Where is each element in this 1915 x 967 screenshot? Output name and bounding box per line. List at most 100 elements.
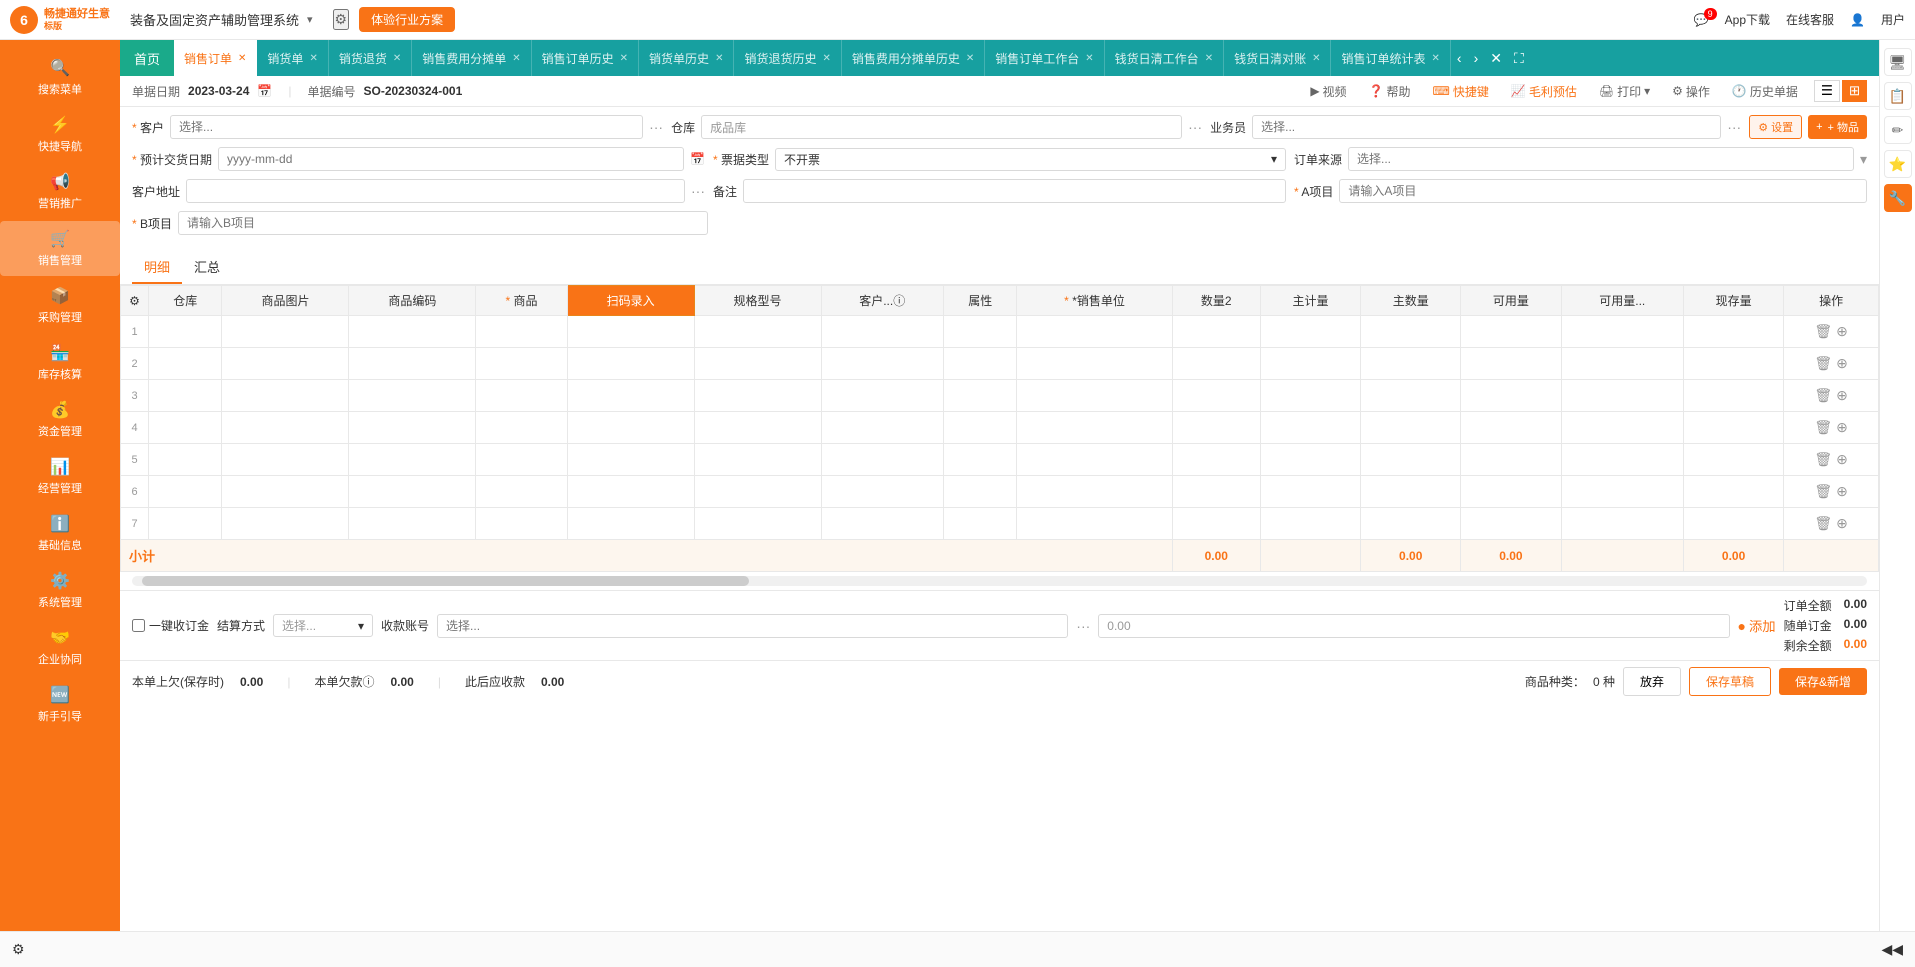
print-btn[interactable]: 🖨 打印 ▾ (1593, 81, 1656, 102)
cell-a3[interactable] (943, 380, 1016, 412)
cell-w3[interactable] (149, 380, 222, 412)
delete-row-icon[interactable]: 🗑 (1814, 355, 1832, 372)
cell-q5[interactable] (1172, 444, 1260, 476)
cell-ave7[interactable] (1561, 508, 1683, 540)
copy-icon[interactable]: ⊕ (1836, 483, 1848, 500)
cell-current-2[interactable] (1684, 348, 1784, 380)
cell-warehouse-1[interactable] (149, 316, 222, 348)
sidebar-item-system[interactable]: ⚙️ 系统管理 (0, 563, 120, 618)
payment-amount-input[interactable] (1098, 614, 1729, 638)
settlement-select[interactable]: 选择... ▾ (273, 614, 373, 637)
b-project-input[interactable] (178, 211, 708, 235)
cell-p7[interactable] (476, 508, 567, 540)
save-draft-button[interactable]: 保存草稿 (1689, 667, 1771, 696)
discard-button[interactable]: 放弃 (1623, 667, 1681, 696)
cell-c4[interactable] (349, 412, 476, 444)
cell-qty2-1[interactable] (1172, 316, 1260, 348)
add-payment-button[interactable]: ● 添加 (1738, 616, 1776, 635)
tab-sales-expense[interactable]: 销售费用分摊单 ✕ (412, 40, 531, 76)
cell-u7[interactable] (1017, 508, 1172, 540)
cell-u3[interactable] (1017, 380, 1172, 412)
cell-av5[interactable] (1461, 444, 1561, 476)
copy-icon[interactable]: ⊕ (1836, 515, 1848, 532)
delete-icon[interactable]: 🗑 (1814, 451, 1832, 468)
tab-sales-invoice[interactable]: 销货单 ✕ (257, 40, 328, 76)
delete-icon[interactable]: 🗑 (1814, 515, 1832, 532)
cell-available-ext-2[interactable] (1561, 348, 1683, 380)
tab-close-icon[interactable]: ✕ (715, 53, 723, 64)
sidebar-item-search[interactable]: 🔍 搜索菜单 (0, 50, 120, 105)
sidebar-item-quick[interactable]: ⚡ 快捷导航 (0, 107, 120, 162)
cell-unit-2[interactable] (1017, 348, 1172, 380)
sidebar-item-operations[interactable]: 📊 经营管理 (0, 449, 120, 504)
cell-unit-1[interactable] (1017, 316, 1172, 348)
salesman-more-icon[interactable]: ··· (1727, 119, 1741, 135)
cell-p5[interactable] (476, 444, 567, 476)
cell-customer-2[interactable] (821, 348, 943, 380)
cell-ave6[interactable] (1561, 476, 1683, 508)
right-panel-btn-star[interactable]: ⭐ (1884, 150, 1912, 178)
tab-close-icon[interactable]: ✕ (238, 53, 246, 64)
th-scan-input[interactable]: 扫码录入 (567, 286, 694, 316)
view-btn[interactable]: ▶ 视频 (1304, 81, 1352, 102)
tab-summary[interactable]: 汇总 (182, 251, 232, 284)
order-source-input[interactable] (1348, 147, 1854, 171)
account-input[interactable] (437, 614, 1068, 638)
th-settings[interactable]: ⚙ (121, 286, 149, 316)
user-avatar[interactable]: 👤 (1850, 13, 1865, 27)
tab-expense-history[interactable]: 销售费用分摊单历史 ✕ (842, 40, 985, 76)
cell-av3[interactable] (1461, 380, 1561, 412)
cell-attr-1[interactable] (943, 316, 1016, 348)
cell-a5[interactable] (943, 444, 1016, 476)
cell-c7[interactable] (349, 508, 476, 540)
salesman-input[interactable] (1252, 115, 1721, 139)
delete-icon[interactable]: 🗑 (1814, 387, 1832, 404)
sidebar-item-marketing[interactable]: 📢 营销推广 (0, 164, 120, 219)
tab-next-button[interactable]: › (1468, 50, 1485, 66)
tab-sales-return[interactable]: 销货退货 ✕ (329, 40, 412, 76)
cell-q4[interactable] (1172, 412, 1260, 444)
tab-close-icon[interactable]: ✕ (512, 53, 520, 64)
remark-input[interactable] (743, 179, 1286, 203)
delete-icon[interactable]: 🗑 (1814, 419, 1832, 436)
copy-icon[interactable]: ⊕ (1836, 387, 1848, 404)
right-panel-btn-tool[interactable]: 🔧 (1884, 184, 1912, 212)
delivery-input[interactable] (218, 147, 684, 171)
tab-close-icon[interactable]: ✕ (1205, 53, 1213, 64)
cell-available-2[interactable] (1461, 348, 1561, 380)
sidebar-item-inventory[interactable]: 🏪 库存核算 (0, 335, 120, 390)
help-btn[interactable]: ❓ 帮助 (1363, 81, 1417, 102)
cell-sp3[interactable] (694, 380, 821, 412)
cell-code-2[interactable] (349, 348, 476, 380)
cell-cu3[interactable] (821, 380, 943, 412)
cell-current-1[interactable] (1684, 316, 1784, 348)
cell-q7[interactable] (1172, 508, 1260, 540)
cell-a6[interactable] (943, 476, 1016, 508)
copy-row-icon[interactable]: ⊕ (1836, 355, 1848, 372)
cell-a7[interactable] (943, 508, 1016, 540)
tab-return-history[interactable]: 销货退货历史 ✕ (734, 40, 841, 76)
notification-icon[interactable]: 💬 9 (1694, 13, 1709, 27)
cell-c3[interactable] (349, 380, 476, 412)
cell-product-1[interactable] (476, 316, 567, 348)
copy-icon[interactable]: ⊕ (1836, 451, 1848, 468)
cell-sp7[interactable] (694, 508, 821, 540)
cell-ave5[interactable] (1561, 444, 1683, 476)
tab-sales-order[interactable]: 销售订单 ✕ (174, 40, 257, 76)
tab-close-icon[interactable]: ✕ (966, 53, 974, 64)
cell-p6[interactable] (476, 476, 567, 508)
tab-home[interactable]: 首页 (120, 40, 174, 76)
list-view-btn[interactable]: ☰ (1814, 80, 1840, 102)
cell-mq5[interactable] (1361, 444, 1461, 476)
settings-gear-icon[interactable]: ⚙ (12, 941, 25, 958)
tab-sales-history[interactable]: 销售订单历史 ✕ (532, 40, 639, 76)
tab-invoice-history[interactable]: 销货单历史 ✕ (639, 40, 734, 76)
cell-cu7[interactable] (821, 508, 943, 540)
sidebar-item-sales[interactable]: 🛒 销售管理 (0, 221, 120, 276)
cell-u6[interactable] (1017, 476, 1172, 508)
tab-close-all-button[interactable]: ✕ (1484, 50, 1508, 67)
tab-workbench[interactable]: 销售订单工作台 ✕ (985, 40, 1104, 76)
cell-spec-2[interactable] (694, 348, 821, 380)
cell-w4[interactable] (149, 412, 222, 444)
cell-w5[interactable] (149, 444, 222, 476)
